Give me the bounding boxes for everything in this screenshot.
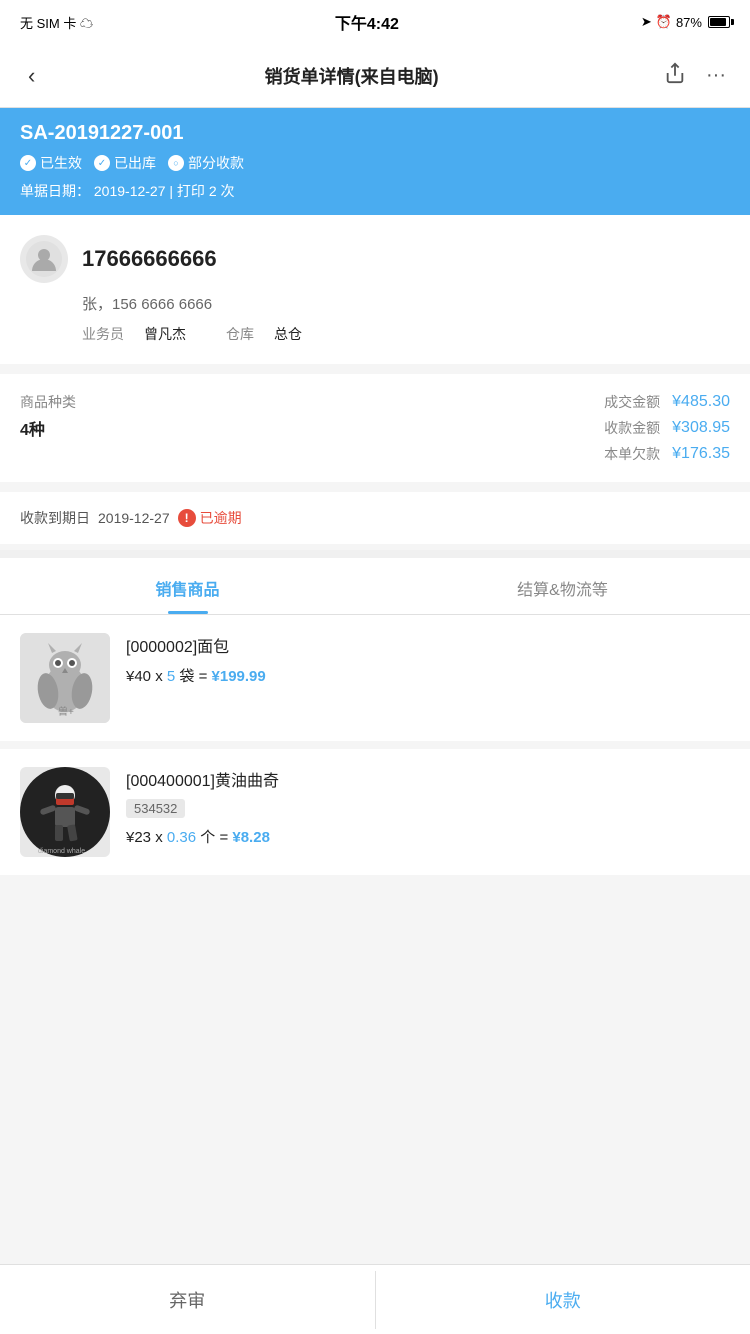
salesperson-value: 曾凡杰: [144, 324, 186, 344]
product-thumbnail-1: 兽+: [20, 633, 110, 723]
badge-partial-payment: ○ 部分收款: [168, 153, 244, 173]
product-type-label: 商品种类: [20, 392, 76, 412]
status-right: ➤ ⏰ 87%: [641, 14, 730, 30]
product-thumbnail-2: diamond whale: [20, 767, 110, 857]
product-price-2: ¥23 x 0.36 个 = ¥8.28: [126, 826, 730, 847]
avatar: [20, 235, 68, 283]
nav-bar: ‹ 销货单详情(来自电脑) ···: [0, 44, 750, 108]
more-button[interactable]: ···: [702, 60, 730, 91]
product-item: 兽+ [0000002]面包 ¥40 x 5 袋 = ¥199.99: [0, 615, 750, 741]
cancel-button[interactable]: 弃审: [0, 1271, 376, 1329]
overdue-text: 已逾期: [200, 508, 242, 528]
received-row: 收款金额 ¥308.95: [604, 418, 730, 438]
tabs: 销售商品 结算&物流等: [0, 558, 750, 615]
status-time: 下午4:42: [335, 10, 399, 34]
transaction-label: 成交金额: [604, 392, 660, 412]
clock-icon: ○: [168, 155, 184, 171]
warehouse-value: 总仓: [274, 324, 302, 344]
product-total-1: ¥199.99: [212, 668, 266, 685]
product-total-2: ¥8.28: [232, 829, 270, 846]
product-name-2: [000400001]黄油曲奇: [126, 767, 730, 791]
svg-text:兽+: 兽+: [58, 705, 74, 718]
summary-section: 商品种类 4种 成交金额 ¥485.30 收款金额 ¥308.95 本单欠款 ¥…: [0, 374, 750, 482]
header-banner: SA-20191227-001 ✓ 已生效 ✓ 已出库 ○ 部分收款 单据日期：…: [0, 108, 750, 215]
product-info-1: [0000002]面包 ¥40 x 5 袋 = ¥199.99: [126, 633, 730, 686]
customer-meta: 业务员 曾凡杰 仓库 总仓: [20, 324, 730, 344]
page-title: 销货单详情(来自电脑): [265, 63, 439, 89]
product-qty-2: 0.36: [167, 829, 196, 846]
battery-percent: 87%: [676, 15, 702, 30]
overdue-badge: ! 已逾期: [178, 508, 242, 528]
tab-products[interactable]: 销售商品: [0, 558, 375, 614]
payment-due-date: 2019-12-27: [98, 510, 170, 526]
banner-date: 单据日期： 2019-12-27 | 打印 2 次: [20, 181, 730, 201]
product-item-2: diamond whale [000400001]黄油曲奇 534532 ¥23…: [0, 749, 750, 875]
product-name-1: [0000002]面包: [126, 633, 730, 657]
nav-actions: ···: [660, 58, 730, 94]
customer-name-phone: 张，156 6666 6666: [20, 293, 730, 314]
badge-effective: ✓ 已生效: [20, 153, 82, 173]
svg-text:diamond whale: diamond whale: [38, 848, 85, 855]
overdue-icon: !: [178, 509, 196, 527]
product-info-2: [000400001]黄油曲奇 534532 ¥23 x 0.36 个 = ¥8…: [126, 767, 730, 847]
status-left: 无 SIM 卡 ☁: [20, 13, 93, 32]
product-type-info: 商品种类 4种: [20, 392, 76, 440]
product-type-value: 4种: [20, 416, 76, 440]
transaction-value: ¥485.30: [672, 393, 730, 411]
owed-value: ¥176.35: [672, 445, 730, 463]
status-bar: 无 SIM 卡 ☁ 下午4:42 ➤ ⏰ 87%: [0, 0, 750, 44]
alarm-icon: ⏰: [656, 14, 672, 30]
received-value: ¥308.95: [672, 419, 730, 437]
banner-badges: ✓ 已生效 ✓ 已出库 ○ 部分收款: [20, 153, 730, 173]
order-id: SA-20191227-001: [20, 122, 730, 145]
warehouse-label: 仓库: [226, 324, 254, 344]
badge-shipped: ✓ 已出库: [94, 153, 156, 173]
product-sku-2: 534532: [126, 799, 185, 818]
back-button[interactable]: ‹: [20, 55, 43, 97]
payment-due-label: 收款到期日: [20, 508, 90, 528]
product-list: 兽+ [0000002]面包 ¥40 x 5 袋 = ¥199.99: [0, 615, 750, 875]
battery-icon: [708, 16, 730, 28]
received-label: 收款金额: [604, 418, 660, 438]
summary-row: 商品种类 4种 成交金额 ¥485.30 收款金额 ¥308.95 本单欠款 ¥…: [20, 392, 730, 464]
payment-due-section: 收款到期日 2019-12-27 ! 已逾期: [0, 492, 750, 544]
product-qty-1: 5: [167, 668, 175, 685]
check-icon-2: ✓: [94, 155, 110, 171]
check-icon-1: ✓: [20, 155, 36, 171]
location-icon: ➤: [641, 14, 652, 30]
bottom-action-bar: 弃审 收款: [0, 1264, 750, 1334]
confirm-button[interactable]: 收款: [376, 1271, 750, 1329]
amounts-info: 成交金额 ¥485.30 收款金额 ¥308.95 本单欠款 ¥176.35: [604, 392, 730, 464]
salesperson-label: 业务员: [82, 324, 124, 344]
tab-settlement[interactable]: 结算&物流等: [375, 558, 750, 614]
owed-label: 本单欠款: [604, 444, 660, 464]
divider: [0, 550, 750, 558]
product-price-1: ¥40 x 5 袋 = ¥199.99: [126, 665, 730, 686]
customer-header: 17666666666: [20, 235, 730, 283]
owed-row: 本单欠款 ¥176.35: [604, 444, 730, 464]
customer-card: 17666666666 张，156 6666 6666 业务员 曾凡杰 仓库 总…: [0, 215, 750, 364]
share-button[interactable]: [660, 58, 690, 94]
transaction-row: 成交金额 ¥485.30: [604, 392, 730, 412]
customer-phone: 17666666666: [82, 246, 217, 272]
